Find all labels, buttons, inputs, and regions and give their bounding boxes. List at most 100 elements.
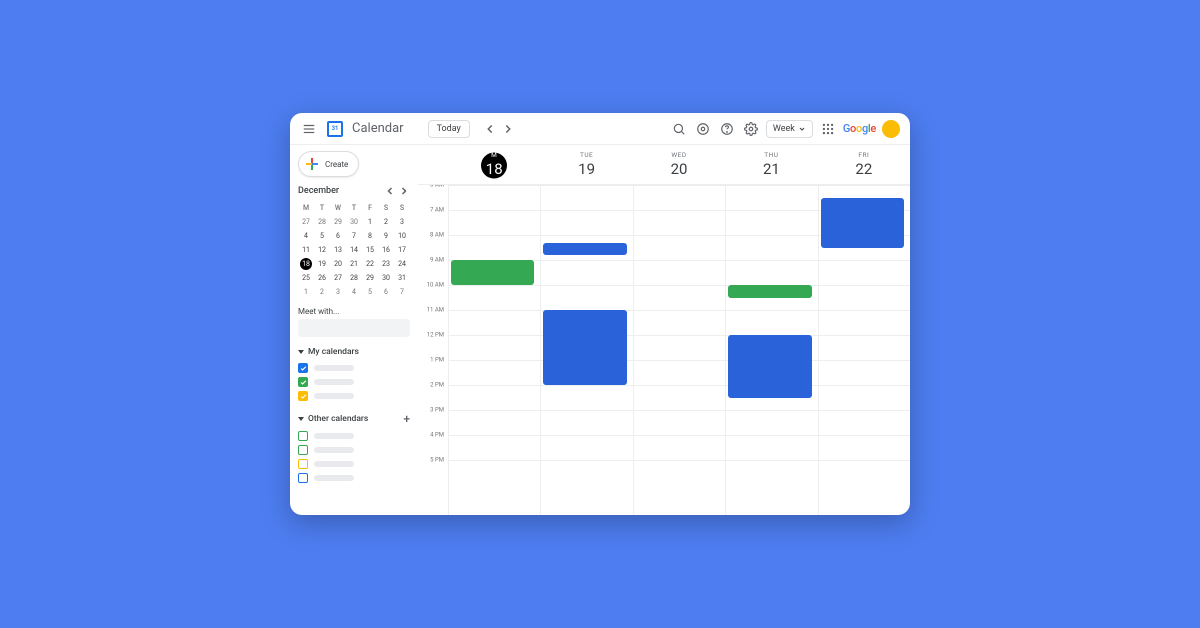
day-header[interactable]: WED20	[633, 145, 725, 184]
calendar-checkbox[interactable]	[298, 377, 308, 387]
time-label: 4 PM	[430, 432, 444, 439]
mini-day[interactable]: 25	[298, 271, 314, 285]
mini-prev-icon[interactable]	[384, 185, 396, 197]
calendar-event[interactable]	[728, 335, 811, 398]
mini-day[interactable]: 23	[378, 257, 394, 271]
create-button-label: Create	[325, 160, 348, 169]
mini-day[interactable]: 28	[314, 215, 330, 229]
mini-calendar[interactable]: MTWTFSS272829301234567891011121314151617…	[298, 201, 410, 299]
mini-day[interactable]: 24	[394, 257, 410, 271]
calendar-event[interactable]	[451, 260, 534, 285]
calendar-checkbox[interactable]	[298, 473, 308, 483]
mini-day[interactable]: 5	[314, 229, 330, 243]
mini-day[interactable]: 2	[378, 215, 394, 229]
menu-icon[interactable]	[300, 120, 318, 138]
calendar-item[interactable]	[298, 389, 410, 403]
mini-day[interactable]: 30	[378, 271, 394, 285]
mini-day[interactable]: 11	[298, 243, 314, 257]
calendar-item[interactable]	[298, 443, 410, 457]
calendar-event[interactable]	[821, 198, 904, 248]
mini-day[interactable]: 13	[330, 243, 346, 257]
mini-day[interactable]: 20	[330, 257, 346, 271]
calendar-grid[interactable]: 6 AM7 AM8 AM9 AM10 AM11 AM12 PM1 PM2 PM3…	[418, 185, 910, 515]
mini-day[interactable]: 6	[378, 285, 394, 299]
day-column[interactable]	[633, 185, 725, 515]
mini-day[interactable]: 14	[346, 243, 362, 257]
day-header[interactable]: TUE19	[540, 145, 632, 184]
mini-day[interactable]: 18	[298, 257, 314, 271]
next-week-icon[interactable]	[500, 121, 516, 137]
create-button[interactable]: Create	[298, 151, 359, 177]
mini-day[interactable]: 4	[298, 229, 314, 243]
mini-day[interactable]: 29	[330, 215, 346, 229]
mini-day[interactable]: 27	[330, 271, 346, 285]
calendar-checkbox[interactable]	[298, 445, 308, 455]
mini-day[interactable]: 12	[314, 243, 330, 257]
mini-day[interactable]: 10	[394, 229, 410, 243]
mini-day[interactable]: 4	[346, 285, 362, 299]
day-column[interactable]	[818, 185, 910, 515]
calendar-item[interactable]	[298, 457, 410, 471]
mini-day[interactable]: 30	[346, 215, 362, 229]
mini-day[interactable]: 31	[394, 271, 410, 285]
calendar-checkbox[interactable]	[298, 391, 308, 401]
calendar-item[interactable]	[298, 375, 410, 389]
view-select[interactable]: Week	[766, 120, 813, 138]
app-header: Calendar Today Week Google	[290, 113, 910, 145]
day-header[interactable]: FRI22	[818, 145, 910, 184]
add-calendar-icon[interactable]: +	[403, 413, 410, 425]
day-of-week: THU	[764, 151, 778, 159]
mini-day[interactable]: 5	[362, 285, 378, 299]
other-calendars-header[interactable]: Other calendars +	[298, 413, 410, 425]
calendar-event[interactable]	[728, 285, 811, 298]
calendar-event[interactable]	[543, 243, 626, 256]
mini-next-icon[interactable]	[398, 185, 410, 197]
calendar-event[interactable]	[543, 310, 626, 385]
help-icon[interactable]	[718, 120, 736, 138]
day-column[interactable]	[448, 185, 540, 515]
calendar-name-placeholder	[314, 461, 354, 467]
mini-day[interactable]: 6	[330, 229, 346, 243]
mini-day[interactable]: 3	[330, 285, 346, 299]
mini-day[interactable]: 17	[394, 243, 410, 257]
mini-day[interactable]: 1	[298, 285, 314, 299]
day-column[interactable]	[540, 185, 632, 515]
prev-week-icon[interactable]	[482, 121, 498, 137]
day-header[interactable]: M18	[448, 145, 540, 184]
mini-day[interactable]: 7	[346, 229, 362, 243]
day-header[interactable]: THU21	[725, 145, 817, 184]
mini-day[interactable]: 1	[362, 215, 378, 229]
mini-day[interactable]: 27	[298, 215, 314, 229]
calendar-checkbox[interactable]	[298, 431, 308, 441]
search-icon[interactable]	[670, 120, 688, 138]
user-avatar[interactable]	[882, 120, 900, 138]
support-icon[interactable]	[694, 120, 712, 138]
mini-day[interactable]: 7	[394, 285, 410, 299]
calendar-item[interactable]	[298, 471, 410, 485]
mini-day[interactable]: 16	[378, 243, 394, 257]
mini-day[interactable]: 19	[314, 257, 330, 271]
settings-icon[interactable]	[742, 120, 760, 138]
apps-grid-icon[interactable]	[819, 120, 837, 138]
day-column[interactable]	[725, 185, 817, 515]
mini-day[interactable]: 26	[314, 271, 330, 285]
mini-day[interactable]: 9	[378, 229, 394, 243]
today-button[interactable]: Today	[428, 120, 470, 138]
mini-day[interactable]: 3	[394, 215, 410, 229]
mini-day[interactable]: 15	[362, 243, 378, 257]
mini-day[interactable]: 2	[314, 285, 330, 299]
mini-day[interactable]: 29	[362, 271, 378, 285]
calendar-checkbox[interactable]	[298, 459, 308, 469]
my-calendars-header[interactable]: My calendars	[298, 347, 410, 357]
mini-day[interactable]: 21	[346, 257, 362, 271]
google-logo: Google	[843, 122, 876, 135]
calendar-item[interactable]	[298, 361, 410, 375]
meet-with-input[interactable]	[298, 319, 410, 337]
mini-day[interactable]: 28	[346, 271, 362, 285]
mini-day[interactable]: 22	[362, 257, 378, 271]
mini-day[interactable]: 8	[362, 229, 378, 243]
calendar-item[interactable]	[298, 429, 410, 443]
calendar-checkbox[interactable]	[298, 363, 308, 373]
chevron-down-icon	[798, 125, 806, 133]
sidebar: Create December MTWTFSS27282930123456789…	[290, 145, 418, 515]
